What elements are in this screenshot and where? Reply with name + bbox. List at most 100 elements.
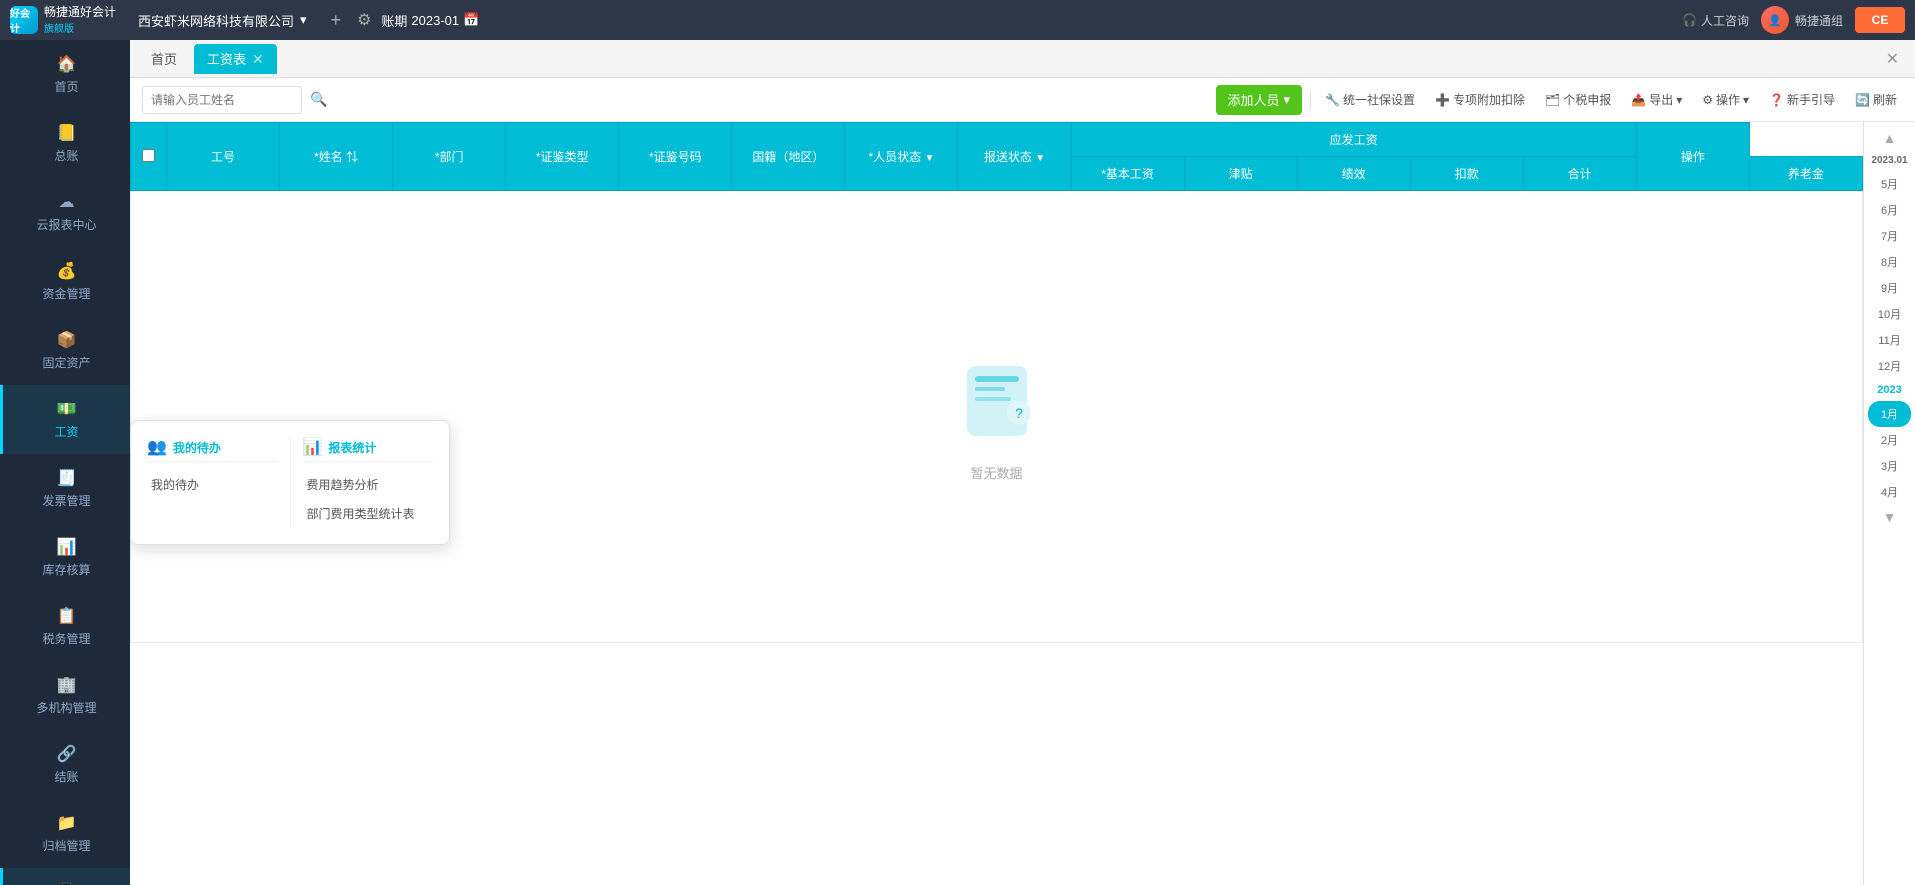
period-info: 账期 2023-01 📅	[381, 11, 479, 30]
popup-item-my-todo[interactable]: 我的待办	[147, 470, 278, 499]
th-should-pay-group: 应发工资	[1071, 123, 1636, 157]
sidebar-item-tax[interactable]: 📋 税务管理	[0, 592, 130, 661]
th-employee-id: 工号	[167, 123, 280, 191]
sidebar-item-ledger[interactable]: 📒 总账	[0, 109, 130, 178]
calendar-icon[interactable]: 📅	[463, 12, 479, 28]
th-allowance: 津贴	[1184, 157, 1297, 191]
export-icon: 📤	[1631, 93, 1646, 107]
tax-report-button[interactable]: 🗂 个税申报	[1539, 91, 1617, 108]
plus-icon: ➕	[1435, 93, 1450, 107]
sidebar-item-archive[interactable]: 📁 归档管理	[0, 799, 130, 868]
timeline-month-6[interactable]: 6月	[1864, 197, 1915, 223]
home-icon: 🏠	[57, 54, 77, 74]
sidebar-item-home[interactable]: 🏠 首页	[0, 40, 130, 109]
add-person-button[interactable]: 添加人员 ▾	[1216, 85, 1303, 115]
popup-columns: 👥 我的待办 我的待办 📊 报表统计 费用趋势分析 部门费用类型统计表	[147, 437, 433, 528]
filter-icon[interactable]: ▼	[924, 153, 934, 164]
refresh-button[interactable]: 🔄 刷新	[1849, 91, 1903, 108]
th-department: *部门	[393, 123, 506, 191]
report-filter-icon[interactable]: ▼	[1035, 153, 1045, 164]
company-selector[interactable]: 西安虾米网络科技有限公司 ▾	[130, 7, 315, 34]
timeline-month-9[interactable]: 9月	[1864, 275, 1915, 301]
ce-badge: CE	[1855, 7, 1905, 33]
timeline-month-5[interactable]: 5月	[1864, 171, 1915, 197]
th-name: *姓名 ⇅	[280, 123, 393, 191]
th-id-number: *证鉴号码	[619, 123, 732, 191]
sidebar-item-settlement[interactable]: 🔗 结账	[0, 730, 130, 799]
social-insurance-button[interactable]: 🔧 统一社保设置	[1319, 91, 1421, 108]
invoice-icon: 🧾	[57, 468, 77, 488]
timeline-month-2[interactable]: 2月	[1864, 427, 1915, 453]
sidebar: 🏠 首页 📒 总账 ☁ 云报表中心 💰 资金管理 📦 固定资产 💵 工资 🧾 发…	[0, 40, 130, 885]
sidebar-item-inventory[interactable]: 📊 库存核算	[0, 523, 130, 592]
svg-text:?: ?	[1015, 405, 1023, 421]
dropdown-arrow-icon: ▾	[1284, 92, 1291, 108]
popup-item-expense-trend[interactable]: 费用趋势分析	[303, 470, 434, 499]
timeline-year-2023-label: 2023.01	[1864, 150, 1915, 171]
export-button[interactable]: 📤 导出 ▾	[1625, 91, 1688, 108]
timeline-month-4[interactable]: 4月	[1864, 479, 1915, 505]
empty-state-cell: ? 暂无数据	[131, 191, 1863, 643]
cloud-icon: ☁	[59, 192, 75, 212]
sidebar-item-multi-org[interactable]: 🏢 多机构管理	[0, 661, 130, 730]
timeline-up-button[interactable]: ▲	[1879, 126, 1901, 150]
box-icon: 📦	[57, 330, 77, 350]
chevron-down-icon: ▾	[300, 12, 307, 28]
todo-icon: 👥	[147, 437, 167, 457]
popup-item-dept-expense[interactable]: 部门费用类型统计表	[303, 499, 434, 528]
toolbar: 🔍 添加人员 ▾ 🔧 统一社保设置 ➕ 专项附加扣除 🗂 个税申报 📤 导出	[130, 78, 1915, 122]
export-dropdown-icon: ▾	[1676, 93, 1682, 107]
timeline-month-11[interactable]: 11月	[1864, 327, 1915, 353]
th-report-status: 报送状态 ▼	[958, 123, 1071, 191]
customer-service-button[interactable]: 🎧 人工咨询	[1682, 12, 1749, 29]
logo-icon: 好会计	[10, 6, 38, 34]
timeline-down-button[interactable]: ▼	[1879, 505, 1901, 529]
th-actions: 操作	[1636, 123, 1749, 191]
sidebar-item-salary[interactable]: 💵 工资	[0, 385, 130, 454]
timeline-month-3[interactable]: 3月	[1864, 453, 1915, 479]
tab-close-icon[interactable]: ✕	[252, 52, 264, 66]
timeline-month-8[interactable]: 8月	[1864, 249, 1915, 275]
popup-col-todo: 👥 我的待办 我的待办	[147, 437, 278, 528]
headset-icon: 🎧	[1682, 13, 1697, 27]
popup-separator	[290, 437, 291, 528]
sort-icon: ⇅	[346, 150, 358, 164]
guide-button[interactable]: ❓ 新手引导	[1763, 91, 1841, 108]
timeline-month-12[interactable]: 12月	[1864, 353, 1915, 379]
close-all-icon[interactable]: ✕	[1886, 49, 1899, 69]
th-performance: 绩效	[1297, 157, 1410, 191]
th-total: 合计	[1523, 157, 1636, 191]
popup-reports-header: 📊 报表统计	[303, 437, 434, 462]
money-icon: 💰	[57, 261, 77, 281]
timeline-month-1-active[interactable]: 1月	[1868, 401, 1911, 427]
content-area: 首页 工资表 ✕ ✕ 🔍 添加人员 ▾ 🔧 统一社保设置	[130, 40, 1915, 885]
tab-salary[interactable]: 工资表 ✕	[194, 44, 277, 74]
search-input[interactable]	[142, 86, 302, 114]
salary-icon: 💵	[57, 399, 77, 419]
th-nationality: 国籍（地区）	[732, 123, 845, 191]
operation-button[interactable]: ⚙ 操作 ▾	[1696, 91, 1755, 108]
settings-icon[interactable]: ⚙	[357, 10, 371, 30]
top-actions: 🎧 人工咨询 👤 畅捷通组 CE	[1682, 6, 1905, 34]
sidebar-item-invoice[interactable]: 🧾 发票管理	[0, 454, 130, 523]
timeline-month-10[interactable]: 10月	[1864, 301, 1915, 327]
book-icon: 📒	[57, 123, 77, 143]
sidebar-item-cloud-reports[interactable]: ☁ 云报表中心	[0, 178, 130, 247]
sidebar-item-expense[interactable]: 📱 小畅报销 ◀	[0, 868, 130, 885]
sidebar-item-assets[interactable]: 📦 固定资产	[0, 316, 130, 385]
popup-col-reports: 📊 报表统计 费用趋势分析 部门费用类型统计表	[303, 437, 434, 528]
select-all-checkbox[interactable]	[142, 149, 155, 162]
top-bar: 好会计 畅捷通好会计 旗舰版 西安虾米网络科技有限公司 ▾ + ⚙ 账期 202…	[0, 0, 1915, 40]
add-company-button[interactable]: +	[325, 8, 348, 33]
popup-todo-header: 👥 我的待办	[147, 437, 278, 462]
sidebar-item-finance[interactable]: 💰 资金管理	[0, 247, 130, 316]
tab-bar: 首页 工资表 ✕ ✕	[130, 40, 1915, 78]
tab-home[interactable]: 首页	[138, 44, 190, 74]
timeline-month-7[interactable]: 7月	[1864, 223, 1915, 249]
popup-menu: 👥 我的待办 我的待办 📊 报表统计 费用趋势分析 部门费用类型统计表	[130, 420, 450, 545]
org-icon: 🏢	[57, 675, 77, 695]
search-icon[interactable]: 🔍	[310, 91, 327, 108]
special-deduction-button[interactable]: ➕ 专项附加扣除	[1429, 91, 1531, 108]
th-status: *人员状态 ▼	[845, 123, 958, 191]
timeline: ▲ 2023.01 5月 6月 7月 8月 9月 10月 11月 12月 202…	[1863, 122, 1915, 885]
